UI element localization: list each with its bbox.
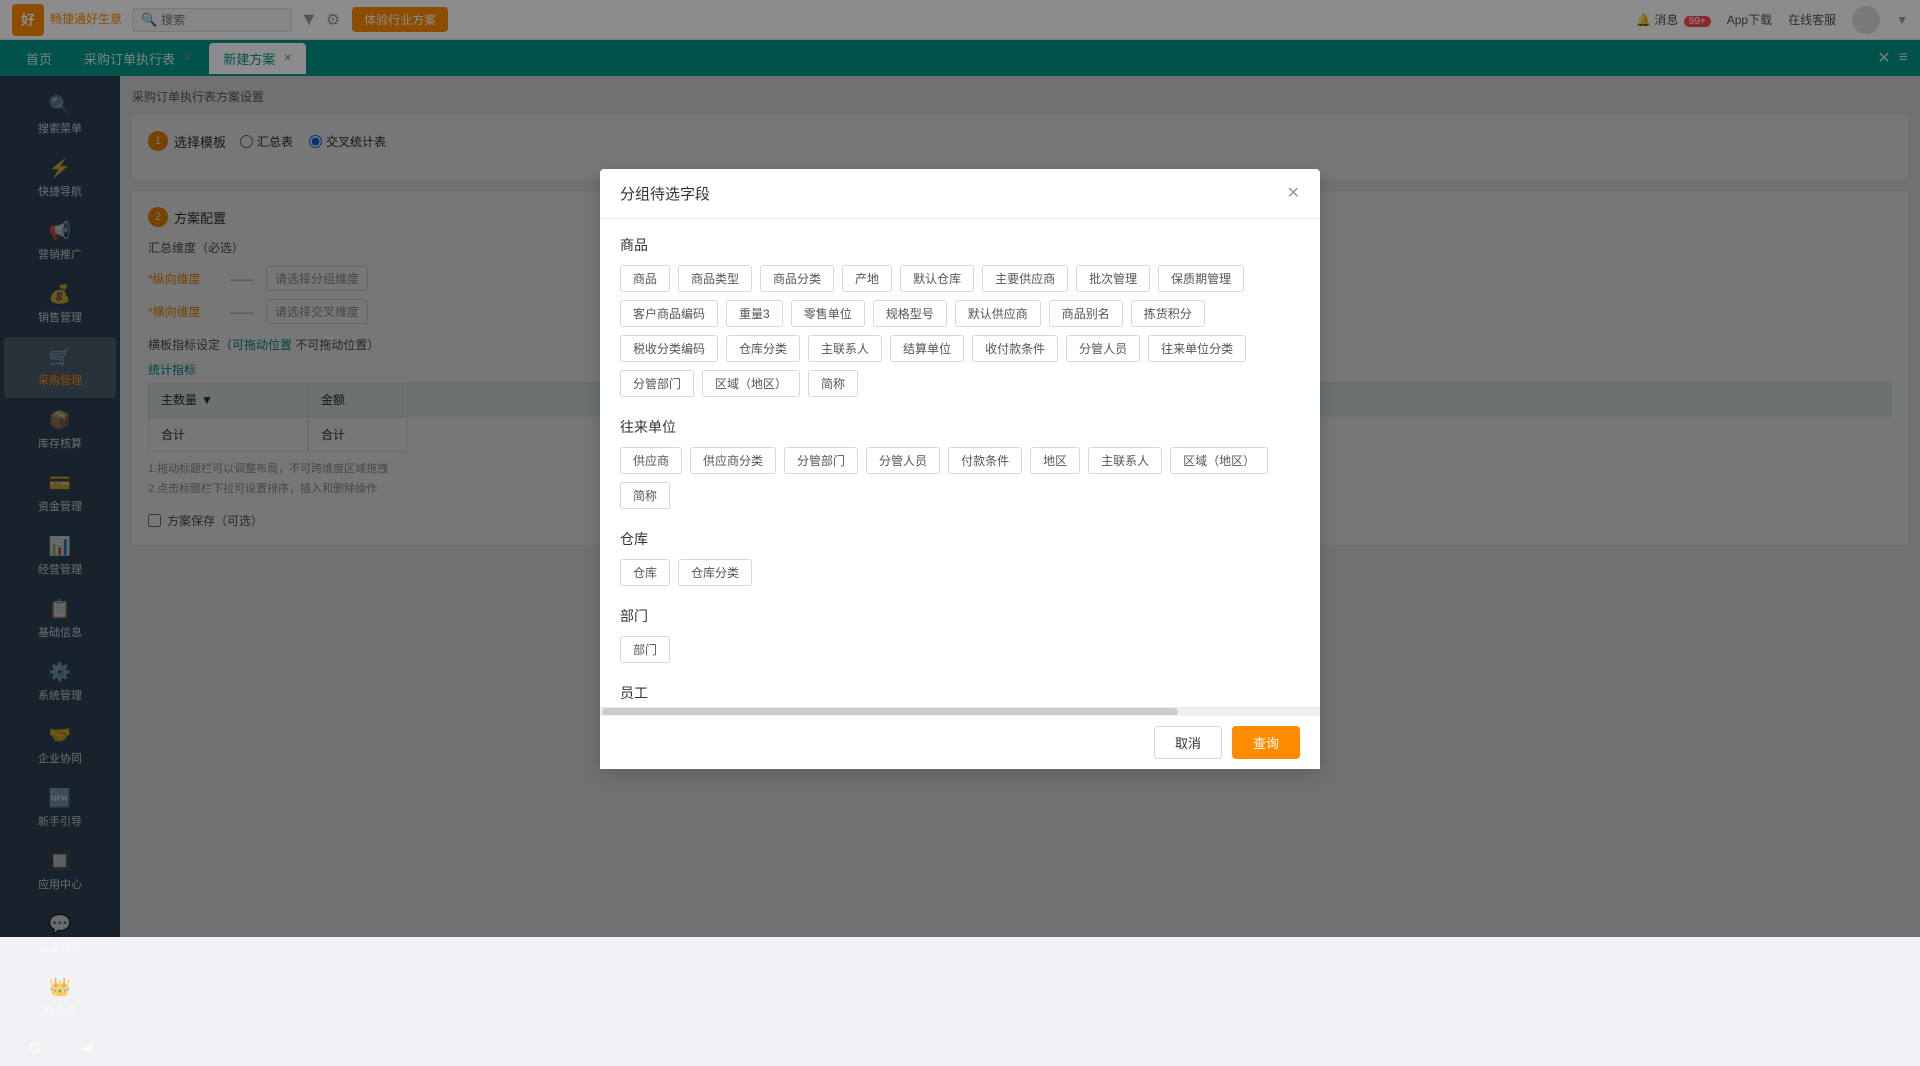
field-tag-warehouse[interactable]: 仓库 — [620, 559, 670, 586]
section-goods-tags: 商品 商品类型 商品分类 产地 默认仓库 主要供应商 批次管理 保质期管理 客户… — [620, 265, 1300, 397]
field-tag-origin[interactable]: 产地 — [842, 265, 892, 292]
cancel-btn[interactable]: 取消 — [1154, 726, 1222, 759]
field-tag-customer-code[interactable]: 客户商品编码 — [620, 300, 718, 327]
section-department-title: 部门 — [620, 606, 1300, 626]
sidebar-item-member-label: 畅会员 — [44, 1002, 77, 1018]
field-tag-counterpart-dept[interactable]: 分管部门 — [784, 447, 858, 474]
field-tag-counterpart-category[interactable]: 往来单位分类 — [1148, 335, 1246, 362]
section-counterpart-tags: 供应商 供应商分类 分管部门 分管人员 付款条件 地区 主联系人 区域（地区） … — [620, 447, 1300, 509]
field-tag-warehouse-category[interactable]: 仓库分类 — [726, 335, 800, 362]
field-tag-counterpart-contact[interactable]: 主联系人 — [1088, 447, 1162, 474]
field-tag-default-warehouse[interactable]: 默认仓库 — [900, 265, 974, 292]
modal-overlay: 分组待选字段 ✕ 商品 商品 商品类型 商品分类 产地 默认仓库 主要供应商 批… — [0, 0, 1920, 937]
field-tag-main-supplier[interactable]: 主要供应商 — [982, 265, 1068, 292]
field-tag-batch-mgmt[interactable]: 批次管理 — [1076, 265, 1150, 292]
field-tag-short-name[interactable]: 简称 — [808, 370, 858, 397]
section-employee-title: 员工 — [620, 683, 1300, 703]
field-tag-settlement-unit[interactable]: 结算单位 — [890, 335, 964, 362]
field-tag-department[interactable]: 部门 — [620, 636, 670, 663]
sidebar-settings-btn[interactable]: ⚙ — [27, 1038, 41, 1058]
modal-footer: 取消 查询 — [600, 715, 1320, 769]
field-tag-supplier[interactable]: 供应商 — [620, 447, 682, 474]
section-department-tags: 部门 — [620, 636, 1300, 663]
field-tag-warehouse-cat[interactable]: 仓库分类 — [678, 559, 752, 586]
field-tag-expiry-mgmt[interactable]: 保质期管理 — [1158, 265, 1244, 292]
field-tag-goods-category[interactable]: 商品分类 — [760, 265, 834, 292]
field-tag-counterpart-manager[interactable]: 分管人员 — [866, 447, 940, 474]
section-counterpart-title: 往来单位 — [620, 417, 1300, 437]
section-warehouse: 仓库 仓库 仓库分类 — [620, 529, 1300, 586]
field-tag-payment-terms[interactable]: 收付款条件 — [972, 335, 1058, 362]
field-tag-goods-type[interactable]: 商品类型 — [678, 265, 752, 292]
field-tag-goods-alias[interactable]: 商品别名 — [1049, 300, 1123, 327]
sidebar-item-member[interactable]: 👑 畅会员 — [4, 967, 116, 1028]
field-tag-goods[interactable]: 商品 — [620, 265, 670, 292]
field-tag-default-supplier[interactable]: 默认供应商 — [955, 300, 1041, 327]
sidebar-item-wechat-label: 企业微信 — [38, 939, 82, 955]
field-tag-retail-unit[interactable]: 零售单位 — [791, 300, 865, 327]
modal-header: 分组待选字段 ✕ — [600, 169, 1320, 219]
field-tag-spec-model[interactable]: 规格型号 — [873, 300, 947, 327]
field-tag-area[interactable]: 地区 — [1030, 447, 1080, 474]
modal-title: 分组待选字段 — [620, 183, 710, 204]
field-tag-main-contact[interactable]: 主联系人 — [808, 335, 882, 362]
field-tag-counterpart-short[interactable]: 简称 — [620, 482, 670, 509]
section-department: 部门 部门 — [620, 606, 1300, 663]
section-warehouse-title: 仓库 — [620, 529, 1300, 549]
field-tag-manager[interactable]: 分管人员 — [1066, 335, 1140, 362]
field-tag-weight3[interactable]: 重量3 — [726, 300, 783, 327]
section-counterpart: 往来单位 供应商 供应商分类 分管部门 分管人员 付款条件 地区 主联系人 区域… — [620, 417, 1300, 509]
section-warehouse-tags: 仓库 仓库分类 — [620, 559, 1300, 586]
confirm-btn[interactable]: 查询 — [1232, 726, 1300, 759]
field-select-modal: 分组待选字段 ✕ 商品 商品 商品类型 商品分类 产地 默认仓库 主要供应商 批… — [600, 169, 1320, 769]
field-tag-region[interactable]: 区域（地区） — [702, 370, 800, 397]
field-tag-supplier-category[interactable]: 供应商分类 — [690, 447, 776, 474]
section-goods: 商品 商品 商品类型 商品分类 产地 默认仓库 主要供应商 批次管理 保质期管理… — [620, 235, 1300, 397]
section-goods-title: 商品 — [620, 235, 1300, 255]
modal-close-btn[interactable]: ✕ — [1287, 183, 1300, 203]
modal-body: 商品 商品 商品类型 商品分类 产地 默认仓库 主要供应商 批次管理 保质期管理… — [600, 219, 1320, 707]
sidebar-collapse-btn[interactable]: ◀ — [80, 1038, 92, 1058]
field-tag-dept[interactable]: 分管部门 — [620, 370, 694, 397]
sidebar-bottom: ⚙ ◀ — [0, 1029, 120, 1066]
field-tag-tax-code[interactable]: 税收分类编码 — [620, 335, 718, 362]
field-tag-pick-score[interactable]: 拣货积分 — [1131, 300, 1205, 327]
field-tag-payment-cond[interactable]: 付款条件 — [948, 447, 1022, 474]
member-icon: 👑 — [49, 977, 71, 998]
modal-hscrollbar[interactable] — [600, 707, 1320, 715]
section-employee: 员工 业务员 — [620, 683, 1300, 707]
field-tag-counterpart-region[interactable]: 区域（地区） — [1170, 447, 1268, 474]
